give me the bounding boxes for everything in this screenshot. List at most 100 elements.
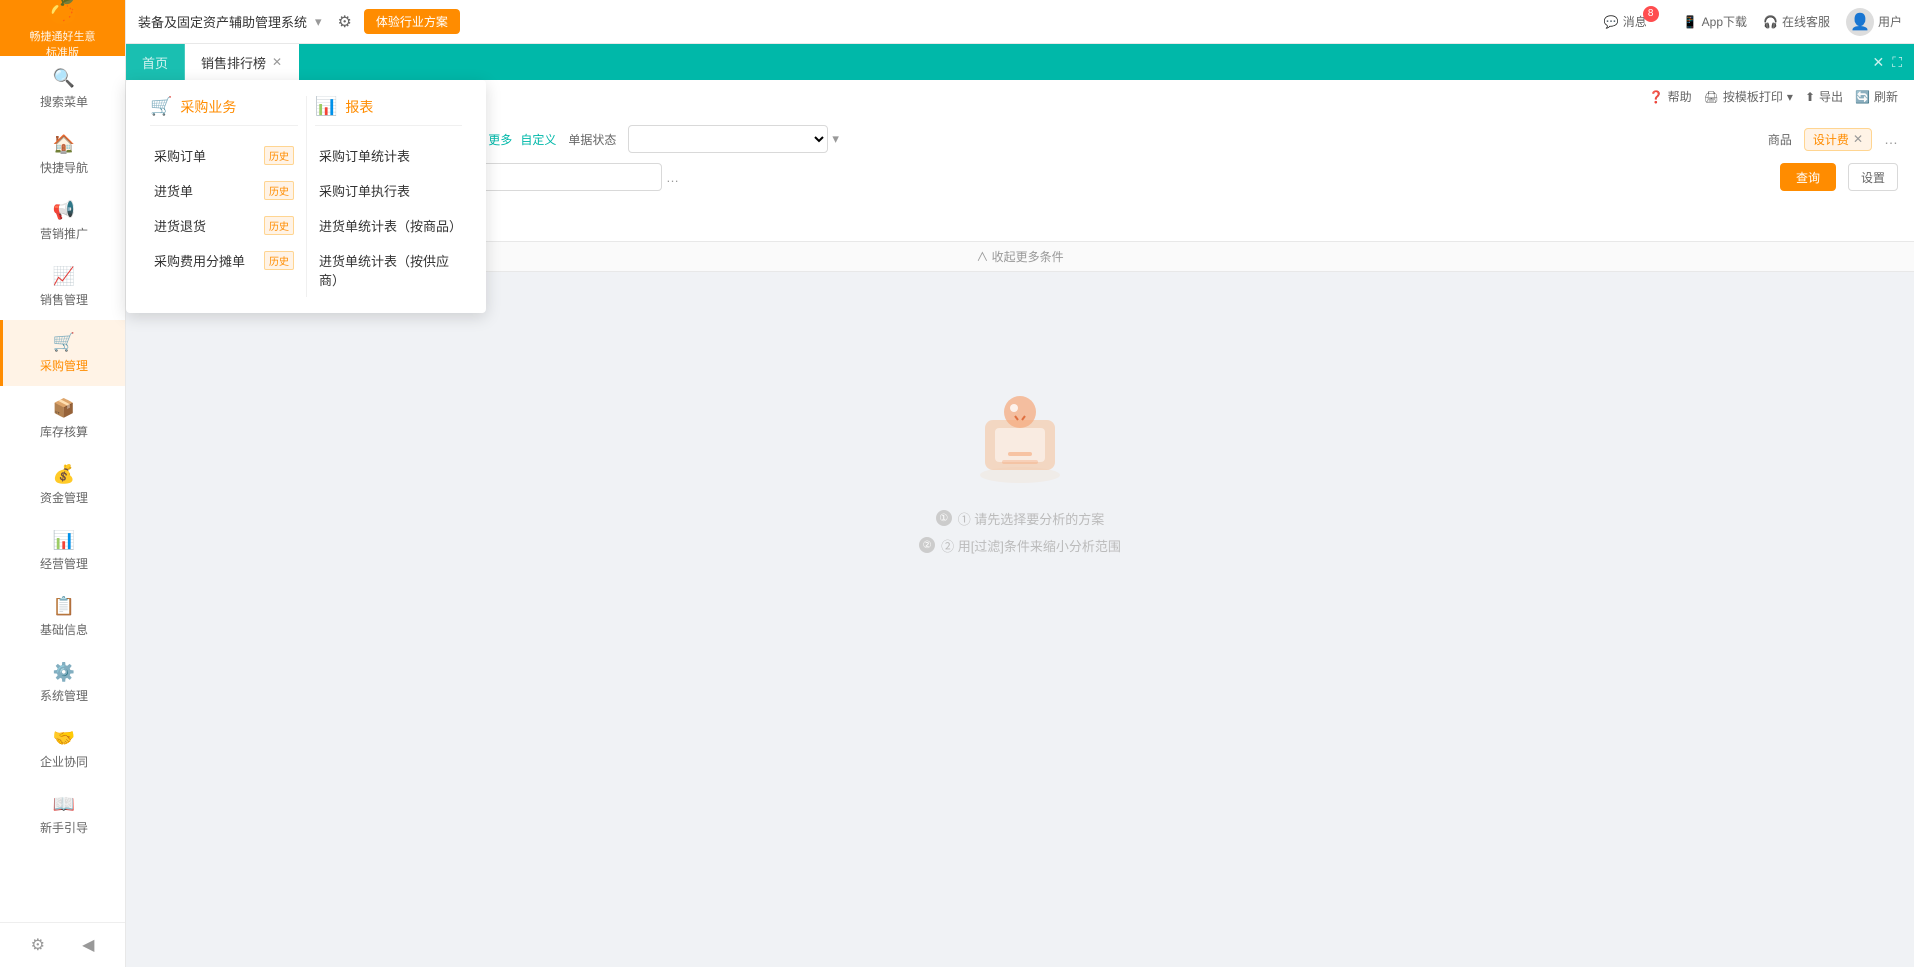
purchase-order-history-badge[interactable]: 历史: [264, 146, 294, 165]
marketing-icon: 📢: [53, 200, 75, 221]
goods-return-history-badge[interactable]: 历史: [264, 216, 294, 235]
operation-icon: 📊: [53, 530, 75, 551]
print-link[interactable]: 🖨 按模板打印 ▾: [1704, 88, 1793, 105]
purchase-section-title: 采购业务: [180, 97, 236, 117]
preset-more[interactable]: 更多: [488, 131, 512, 148]
help-label: 帮助: [1668, 88, 1692, 105]
menu-item-purchase-order-stats[interactable]: 采购订单统计表: [315, 138, 462, 173]
sidebar-logo: 🍊 畅捷通好生意 标准版: [0, 0, 125, 56]
sidebar-nav: 🔍 搜索菜单 🏠 快捷导航 📢 营销推广 📈 销售管理 🛒 采购管理 📦 库存核…: [0, 56, 125, 922]
refresh-label: 刷新: [1874, 88, 1898, 105]
sidebar-item-system[interactable]: ⚙️ 系统管理: [0, 650, 125, 716]
salesperson-input[interactable]: [462, 163, 662, 191]
status-select[interactable]: [628, 125, 828, 153]
notification-item[interactable]: 💬 消息 8: [1604, 13, 1667, 30]
empty-hint-2: ② ② 用[过滤]条件来缩小分析范围: [919, 536, 1121, 555]
footer-collapse-btn[interactable]: ◀: [82, 935, 94, 955]
sidebar-item-system-label: 系统管理: [40, 687, 88, 704]
export-icon: ⬆: [1805, 90, 1815, 104]
online-service-item[interactable]: 🎧 在线客服: [1763, 13, 1830, 30]
sidebar-item-sales[interactable]: 📈 销售管理: [0, 254, 125, 320]
user-name: 用户: [1878, 13, 1902, 30]
refresh-link[interactable]: 🔄 刷新: [1855, 88, 1898, 105]
export-label: 导出: [1819, 88, 1843, 105]
sidebar: 🍊 畅捷通好生意 标准版 🔍 搜索菜单 🏠 快捷导航 📢 营销推广 📈 销售管理…: [0, 0, 126, 967]
purchase-section-icon: 🛒: [150, 96, 172, 117]
menu-item-receipt-stats-by-goods[interactable]: 进货单统计表（按商品）: [315, 208, 462, 243]
goods-more-btn[interactable]: …: [1884, 131, 1898, 147]
hint1-bullet: ①: [936, 510, 952, 526]
print-label: 按模板打印: [1723, 88, 1783, 105]
user-avatar: 👤: [1846, 8, 1874, 36]
sidebar-item-operation[interactable]: 📊 经营管理: [0, 518, 125, 584]
collapse-text: 收起更多条件: [992, 250, 1064, 264]
sidebar-item-marketing[interactable]: 📢 营销推广: [0, 188, 125, 254]
menu-column-reports: 📊 报表 采购订单统计表 采购订单执行表 进货单统计表（按商品） 进货单统计表（…: [306, 96, 470, 297]
topbar-dropdown-icon[interactable]: ▾: [315, 14, 322, 30]
setting-button[interactable]: 设置: [1848, 163, 1898, 191]
purchase-order-label: 采购订单: [154, 146, 206, 165]
tab-sales-rank[interactable]: 销售排行榜 ✕: [185, 44, 299, 80]
tab-home[interactable]: 首页: [126, 44, 185, 80]
system-icon: ⚙️: [53, 662, 75, 683]
finance-icon: 💰: [53, 464, 75, 485]
sidebar-item-sales-label: 销售管理: [40, 291, 88, 308]
goods-receipt-history-badge[interactable]: 历史: [264, 181, 294, 200]
menu-item-purchase-expense[interactable]: 采购费用分摊单 历史: [150, 243, 298, 278]
sidebar-footer: ⚙ ◀: [0, 922, 125, 967]
inventory-icon: 📦: [53, 398, 75, 419]
menu-item-purchase-order[interactable]: 采购订单 历史: [150, 138, 298, 173]
app-download-item[interactable]: 📱 App下载: [1683, 13, 1747, 30]
help-link[interactable]: ❓ 帮助: [1649, 88, 1692, 105]
sidebar-item-enterprise[interactable]: 🤝 企业协同: [0, 716, 125, 782]
tabbar-close-btn[interactable]: ✕: [1872, 54, 1884, 71]
purchase-expense-history-badge[interactable]: 历史: [264, 251, 294, 270]
tab-close-icon[interactable]: ✕: [272, 55, 282, 69]
sidebar-item-guide[interactable]: 📖 新手引导: [0, 782, 125, 848]
menu-item-goods-return[interactable]: 进货退货 历史: [150, 208, 298, 243]
topbar-settings-icon[interactable]: ⚙: [338, 12, 352, 32]
sales-icon: 📈: [53, 266, 75, 287]
goods-tag-close[interactable]: ✕: [1853, 132, 1863, 146]
hint1-text: ① 请先选择要分析的方案: [958, 509, 1105, 528]
guide-icon: 📖: [53, 794, 75, 815]
menu-item-receipt-stats-by-supplier[interactable]: 进货单统计表（按供应商）: [315, 243, 462, 297]
sidebar-item-finance-label: 资金管理: [40, 489, 88, 506]
refresh-icon: 🔄: [1855, 90, 1870, 104]
query-button[interactable]: 查询: [1780, 163, 1836, 191]
user-item[interactable]: 👤 用户: [1846, 8, 1902, 36]
sidebar-item-search-label: 搜索菜单: [40, 93, 88, 110]
sidebar-item-inventory[interactable]: 📦 库存核算: [0, 386, 125, 452]
topbar-actions: 💬 消息 8 📱 App下载 🎧 在线客服 👤 用户: [1604, 8, 1902, 36]
collapse-icon: ∧: [976, 250, 988, 264]
salesperson-more-btn[interactable]: …: [666, 170, 679, 185]
sidebar-item-purchase-label: 采购管理: [40, 357, 88, 374]
sidebar-item-quick-nav[interactable]: 🏠 快捷导航: [0, 122, 125, 188]
goods-label: 商品: [1768, 131, 1792, 148]
menu-item-purchase-order-exec[interactable]: 采购订单执行表: [315, 173, 462, 208]
sidebar-item-quick-nav-label: 快捷导航: [40, 159, 88, 176]
hint2-text: ② 用[过滤]条件来缩小分析范围: [941, 536, 1121, 555]
footer-settings-btn[interactable]: ⚙: [31, 935, 45, 955]
status-label: 单据状态: [568, 131, 616, 148]
industry-solution-button[interactable]: 体验行业方案: [364, 9, 460, 34]
goods-return-label: 进货退货: [154, 216, 206, 235]
hint2-bullet: ②: [919, 537, 935, 553]
sidebar-item-base-info[interactable]: 📋 基础信息: [0, 584, 125, 650]
home-icon: 🏠: [53, 134, 75, 155]
sidebar-item-guide-label: 新手引导: [40, 819, 88, 836]
menu-item-goods-receipt[interactable]: 进货单 历史: [150, 173, 298, 208]
status-dropdown-icon: ▾: [832, 131, 839, 147]
tabbar-right: ✕ ⛶: [1872, 54, 1914, 71]
enterprise-icon: 🤝: [53, 728, 75, 749]
sidebar-item-finance[interactable]: 💰 资金管理: [0, 452, 125, 518]
sidebar-item-search[interactable]: 🔍 搜索菜单: [0, 56, 125, 122]
export-link[interactable]: ⬆ 导出: [1805, 88, 1843, 105]
print-dropdown-icon: ▾: [1787, 90, 1793, 104]
system-name: 装备及固定资产辅助管理系统: [138, 12, 307, 31]
tabbar-expand-btn[interactable]: ⛶: [1892, 54, 1902, 71]
receipt-stats-by-supplier-label: 进货单统计表（按供应商）: [319, 251, 458, 289]
online-service-label: 在线客服: [1782, 13, 1830, 30]
sidebar-item-purchase[interactable]: 🛒 采购管理: [0, 320, 125, 386]
preset-custom[interactable]: 自定义: [520, 131, 556, 148]
